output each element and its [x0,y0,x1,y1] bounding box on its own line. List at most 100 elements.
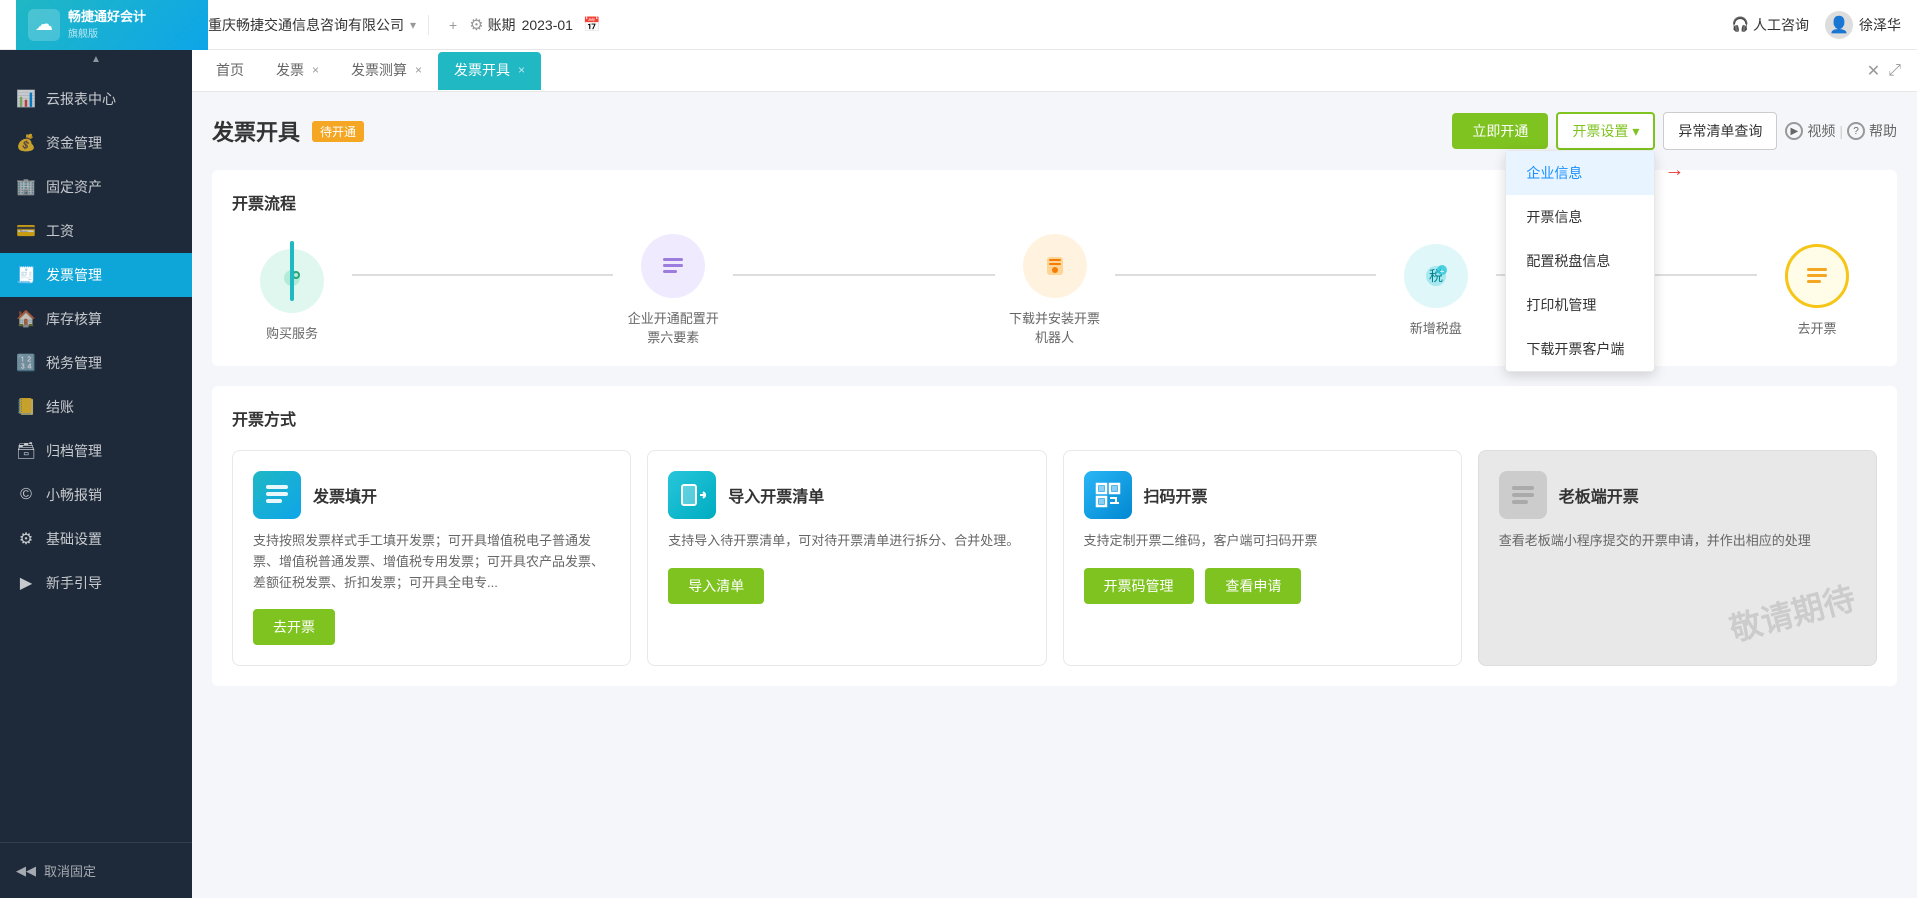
archive-icon: 🗃 [16,441,36,461]
sidebar-item-cloud-report[interactable]: 📊 云报表中心 [0,77,192,121]
step-5-icon [1785,244,1849,308]
tab-home[interactable]: 首页 [200,52,260,90]
period-label: 账期 [488,15,516,35]
tab-estimate-label: 发票测算 [351,60,407,80]
help-icon: ? [1847,122,1865,140]
sidebar: ▲ 📊 云报表中心 💰 资金管理 🏢 固定资产 💳 工资 [0,50,192,898]
service-label: 人工咨询 [1753,15,1809,35]
boss-invoice-icon [1499,471,1547,519]
sidebar-label-settings: 基础设置 [46,529,102,549]
flow-step-3: 下载并安装开票机器人 [995,234,1115,346]
sidebar-scroll-up[interactable]: ▲ [0,50,192,69]
divider-1 [428,15,429,35]
flow-step-1: 购买服务 [232,239,352,342]
maximize-icon[interactable]: ⤢ [1888,62,1901,80]
tab-estimate[interactable]: 发票测算 × [335,52,438,90]
divider-bar: | [1839,123,1843,139]
sidebar-item-fund[interactable]: 💰 资金管理 [0,121,192,165]
flow-step-4: 税+ 新增税盘 [1376,244,1496,337]
scroll-up-icon: ▲ [91,54,101,65]
sidebar-item-accounting[interactable]: 📒 结账 [0,385,192,429]
sidebar-item-asset[interactable]: 🏢 固定资产 [0,165,192,209]
logo-area: ☁ 畅捷通好会计 旗舰版 [16,0,208,50]
sidebar-item-invoice[interactable]: 🧾 发票管理 [0,253,192,297]
sidebar-item-inventory[interactable]: 🏠 库存核算 [0,297,192,341]
settings-gear-icon[interactable]: ⚙ [469,15,483,35]
card-boss-desc: 查看老板端小程序提交的开票申请，并作出相应的处理 [1499,531,1856,552]
activate-button[interactable]: 立即开通 [1452,113,1548,149]
inventory-icon: 🏠 [16,309,36,329]
dropdown-download-client[interactable]: 下载开票客户端 [1506,327,1654,371]
dropdown-company-info[interactable]: 企业信息 [1506,151,1654,195]
company-name: 重庆畅捷交通信息咨询有限公司 [208,15,404,35]
add-button[interactable]: + [449,17,457,33]
connector-1 [352,274,613,276]
close-all-icon[interactable]: ✕ [1867,61,1880,81]
tab-bar-actions: ✕ ⤢ [1867,61,1909,81]
page-title: 发票开具 [212,115,300,147]
scan-invoice-icon [1084,471,1132,519]
sidebar-item-settings[interactable]: ⚙ 基础设置 [0,517,192,561]
step-4-label: 新增税盘 [1410,318,1462,337]
sidebar-label-archive: 归档管理 [46,441,102,461]
dropdown-printer[interactable]: 打印机管理 [1506,283,1654,327]
status-badge: 待开通 [312,121,364,142]
sidebar-item-guide[interactable]: ▶ 新手引导 [0,561,192,605]
tab-issue[interactable]: 发票开具 × [438,52,541,90]
cancel-fixed-button[interactable]: ◀◀ 取消固定 [0,851,192,890]
service-button[interactable]: 🎧 人工咨询 [1732,15,1809,35]
fill-invoice-button[interactable]: 去开票 [253,609,335,645]
dropdown-tax-disk[interactable]: 配置税盘信息 [1506,239,1654,283]
company-selector[interactable]: 重庆畅捷交通信息咨询有限公司 ▾ [208,15,416,35]
company-dropdown-arrow: ▾ [410,18,416,32]
invoice-icon: 🧾 [16,265,36,285]
page-content: 发票开具 待开通 立即开通 开票设置 ▾ [192,92,1917,898]
calendar-icon: 📅 [583,16,600,33]
sidebar-item-payroll[interactable]: 💳 工资 [0,209,192,253]
tab-issue-close[interactable]: × [518,63,525,77]
connector-2 [733,274,994,276]
step-4-icon: 税+ [1404,244,1468,308]
tax-icon: 🔢 [16,353,36,373]
card-scan-title: 扫码开票 [1144,483,1208,507]
sidebar-label-payroll: 工资 [46,221,74,241]
sidebar-item-archive[interactable]: 🗃 归档管理 [0,429,192,473]
help-label[interactable]: 帮助 [1869,121,1897,141]
app-container: ☁ 畅捷通好会计 旗舰版 重庆畅捷交通信息咨询有限公司 ▾ + ⚙ 账期 202… [0,0,1917,898]
headset-icon: 🎧 [1732,16,1749,33]
logo-icon: ☁ [28,9,60,41]
tab-home-label: 首页 [216,60,244,80]
scan-code-manage-button[interactable]: 开票码管理 [1084,568,1194,604]
sidebar-label-tax: 税务管理 [46,353,102,373]
dropdown-tax-disk-label: 配置税盘信息 [1526,253,1610,269]
sidebar-item-tax[interactable]: 🔢 税务管理 [0,341,192,385]
anomaly-button[interactable]: 异常清单查询 [1663,112,1777,150]
settings-dropdown-arrow-icon: ▾ [1632,123,1639,140]
tab-invoice[interactable]: 发票 × [260,52,335,90]
sidebar-item-xiaochang[interactable]: © 小畅报销 [0,473,192,517]
sidebar-label-accounting: 结账 [46,397,74,417]
methods-section-title: 开票方式 [232,406,1877,430]
sidebar-label-invoice: 发票管理 [46,265,102,285]
import-list-button[interactable]: 导入清单 [668,568,764,604]
content-area: 首页 发票 × 发票测算 × 发票开具 × ✕ ⤢ [192,50,1917,898]
card-import-desc: 支持导入待开票清单，可对待开票清单进行拆分、合并处理。 [668,531,1025,552]
fund-icon: 💰 [16,133,36,153]
period-value: 2023-01 [522,17,573,33]
header-actions: 立即开通 开票设置 ▾ → [1452,112,1897,150]
tab-invoice-close[interactable]: × [312,63,319,77]
scan-view-apply-button[interactable]: 查看申请 [1205,568,1301,604]
asset-icon: 🏢 [16,177,36,197]
dropdown-invoice-info[interactable]: 开票信息 [1506,195,1654,239]
red-arrow-indicator: → [1664,159,1684,182]
settings-btn-label: 开票设置 [1572,121,1628,141]
svg-text:+: + [1439,267,1444,276]
user-menu[interactable]: 👤 徐泽华 [1825,11,1901,39]
card-fill-invoice: 发票填开 支持按照发票样式手工填开发票；可开具增值税电子普通发票、增值税普通发票… [232,450,631,666]
tab-estimate-close[interactable]: × [415,63,422,77]
tab-issue-label: 发票开具 [454,60,510,80]
video-help-group: ▶ 视频 | ? 帮助 [1785,121,1897,141]
settings-button[interactable]: 开票设置 ▾ [1556,112,1655,150]
period-selector[interactable]: 账期 2023-01 📅 [488,15,601,35]
video-label[interactable]: 视频 [1807,121,1835,141]
